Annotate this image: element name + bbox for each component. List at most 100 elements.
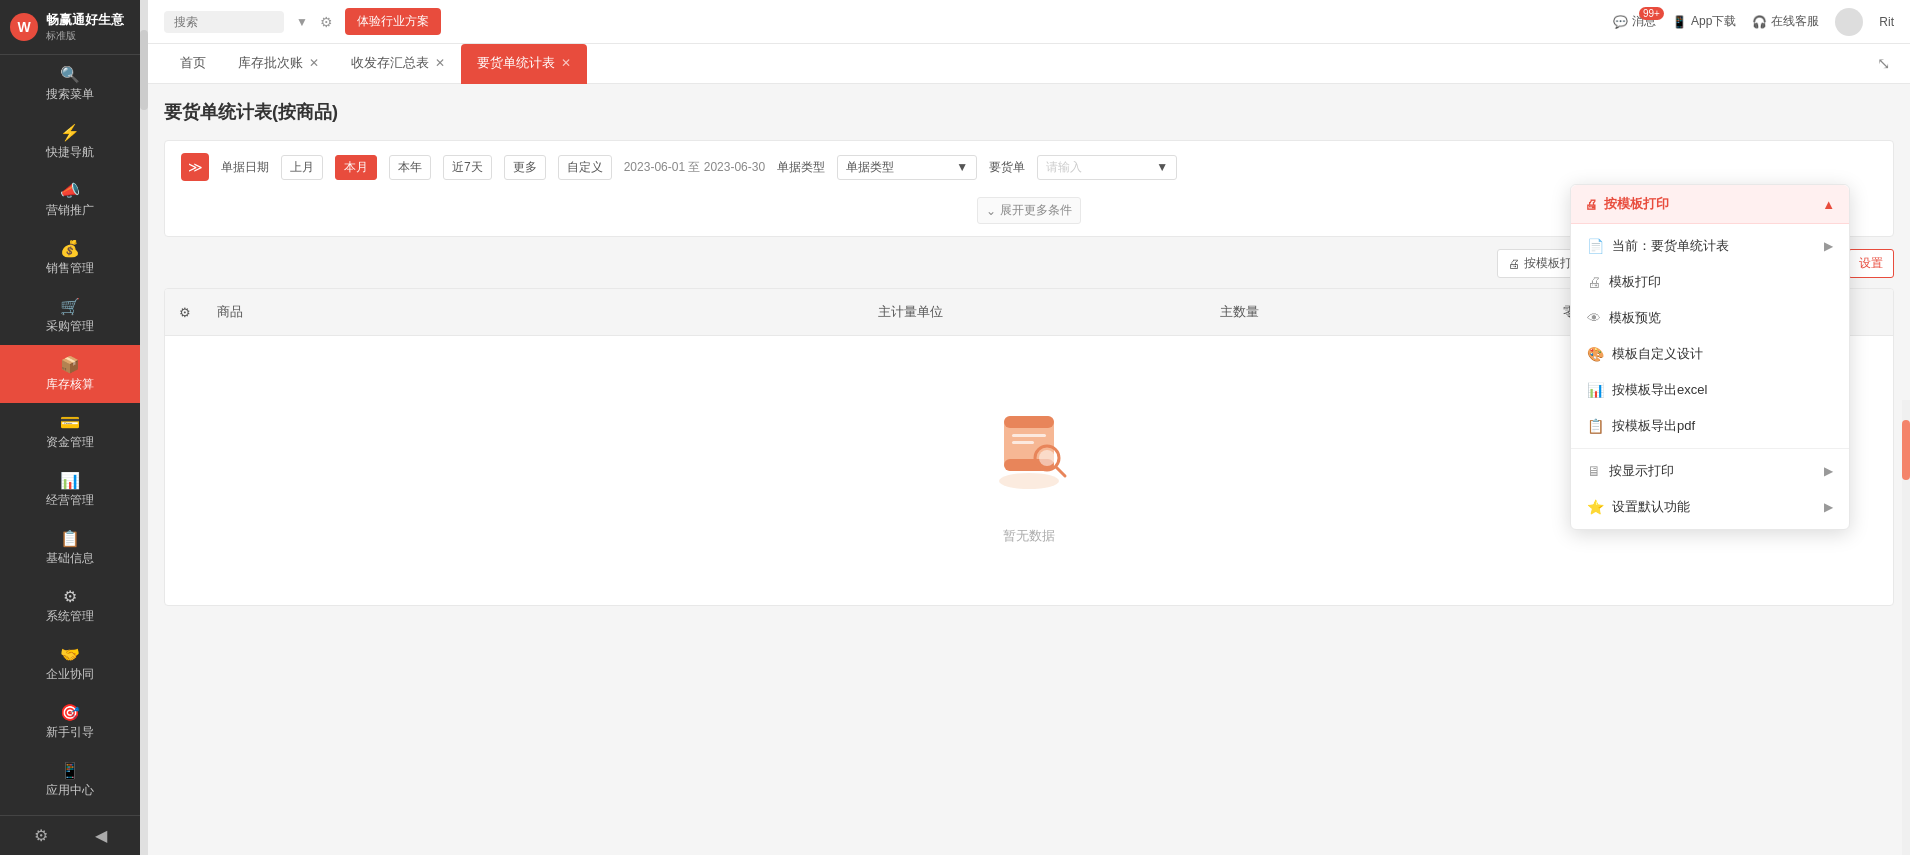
app-download-button[interactable]: 📱 App下载 <box>1672 13 1736 30</box>
tab-inventory-batch[interactable]: 库存批次账 ✕ <box>222 44 335 84</box>
logo-icon: W <box>10 13 38 41</box>
sidebar-item-appstore[interactable]: 📱 应用中心 <box>0 751 140 809</box>
date-btn-this-month[interactable]: 本月 <box>335 155 377 180</box>
date-btn-last-7days[interactable]: 近7天 <box>443 155 492 180</box>
display-print-icon: 🖥 <box>1587 463 1601 479</box>
sidebar-bottom: ⚙ ◀ <box>0 815 140 855</box>
display-print-item[interactable]: 🖥 按显示打印 ▶ <box>1571 453 1849 489</box>
template-print-item[interactable]: 🖨 模板打印 <box>1571 264 1849 300</box>
sidebar: W 畅赢通好生意 标准版 🔍 搜索菜单 ⚡ 快捷导航 📣 营销推广 💰 销售管理… <box>0 0 140 855</box>
sidebar-item-sales[interactable]: 💰 销售管理 <box>0 229 140 287</box>
settings-icon: ⚙ <box>179 305 191 320</box>
sidebar-item-system[interactable]: ⚙ 系统管理 <box>0 577 140 635</box>
enterprise-icon: 🤝 <box>60 645 80 664</box>
sidebar-item-marketing[interactable]: 📣 营销推广 <box>0 171 140 229</box>
tab-close-requisition-stats[interactable]: ✕ <box>561 56 571 70</box>
template-preview-item[interactable]: 👁 模板预览 <box>1571 300 1849 336</box>
sidebar-item-enterprise[interactable]: 🤝 企业协同 <box>0 635 140 693</box>
right-scrollbar-thumb[interactable] <box>1902 420 1910 480</box>
headset-icon: 🎧 <box>1752 15 1767 29</box>
export-excel-icon: 📊 <box>1587 382 1604 398</box>
logo-text: 畅赢通好生意 标准版 <box>46 12 124 42</box>
date-btn-custom[interactable]: 自定义 <box>558 155 612 180</box>
tab-close-receipt-summary[interactable]: ✕ <box>435 56 445 70</box>
username-label: Rit <box>1879 15 1894 29</box>
empty-illustration <box>979 396 1079 515</box>
th-unit: 主计量单位 <box>866 297 1208 327</box>
search-nav-icon: 🔍 <box>60 65 80 84</box>
th-settings[interactable]: ⚙ <box>165 299 205 326</box>
empty-svg <box>979 396 1079 496</box>
date-btn-last-month[interactable]: 上月 <box>281 155 323 180</box>
topbar-search-input[interactable] <box>164 11 284 33</box>
sidebar-item-quick-nav[interactable]: ⚡ 快捷导航 <box>0 113 140 171</box>
svg-point-0 <box>999 473 1059 489</box>
expand-arrow-icon: ⌄ <box>986 204 996 218</box>
sidebar-item-inventory[interactable]: 📦 库存核算 <box>0 345 140 403</box>
messages-button[interactable]: 💬 消息 99+ <box>1613 13 1656 30</box>
message-icon: 💬 <box>1613 15 1628 29</box>
settings-button[interactable]: 设置 <box>1848 249 1894 278</box>
set-default-item[interactable]: ⭐ 设置默认功能 ▶ <box>1571 489 1849 525</box>
trial-button[interactable]: 体验行业方案 <box>345 8 441 35</box>
sidebar-scrollbar-thumb[interactable] <box>140 30 148 110</box>
topbar-gear-icon[interactable]: ⚙ <box>320 14 333 30</box>
sidebar-item-search[interactable]: 🔍 搜索菜单 <box>0 55 140 113</box>
filter-row: ≫ 单据日期 上月 本月 本年 近7天 更多 自定义 2023-06-01 至 … <box>181 153 1877 181</box>
filter-expand-button[interactable]: ≫ <box>181 153 209 181</box>
th-product: 商品 <box>205 297 866 327</box>
expand-more-button[interactable]: ⌄ 展开更多条件 <box>977 197 1081 224</box>
dropdown-body: 📄 当前：要货单统计表 ▶ 🖨 模板打印 👁 <box>1571 224 1849 529</box>
svg-rect-5 <box>1012 441 1034 444</box>
tab-maximize-controls: ⤡ <box>1877 54 1894 73</box>
template-preview-icon: 👁 <box>1587 310 1601 326</box>
tab-receipt-summary[interactable]: 收发存汇总表 ✕ <box>335 44 461 84</box>
type-select[interactable]: 单据类型 ▼ <box>837 155 977 180</box>
marketing-icon: 📣 <box>60 181 80 200</box>
date-range-label: 2023-06-01 至 2023-06-30 <box>624 159 765 176</box>
tab-requisition-stats[interactable]: 要货单统计表 ✕ <box>461 44 587 84</box>
template-export-excel-item[interactable]: 📊 按模板导出excel <box>1571 372 1849 408</box>
sidebar-item-finance[interactable]: 💳 资金管理 <box>0 403 140 461</box>
sidebar-item-operations[interactable]: 📊 经营管理 <box>0 461 140 519</box>
collapse-icon[interactable]: ◀ <box>95 826 107 845</box>
template-design-icon: 🎨 <box>1587 346 1604 362</box>
current-template-item[interactable]: 📄 当前：要货单统计表 ▶ <box>1571 228 1849 264</box>
select-chevron-icon: ▼ <box>956 160 968 174</box>
sidebar-scrollbar[interactable] <box>140 0 148 855</box>
sidebar-nav: 🔍 搜索菜单 ⚡ 快捷导航 📣 营销推广 💰 销售管理 🛒 采购管理 📦 库存核… <box>0 55 140 815</box>
inventory-icon: 📦 <box>60 355 80 374</box>
maximize-icon[interactable]: ⤡ <box>1877 54 1890 73</box>
sidebar-item-basics[interactable]: 📋 基础信息 <box>0 519 140 577</box>
current-template-icon: 📄 <box>1587 238 1604 254</box>
right-scrollbar[interactable] <box>1902 400 1910 855</box>
set-default-arrow: ▶ <box>1824 500 1833 514</box>
template-export-pdf-item[interactable]: 📋 按模板导出pdf <box>1571 408 1849 444</box>
settings-bottom-icon[interactable]: ⚙ <box>34 826 48 845</box>
goods-input[interactable]: 请输入 ▼ <box>1037 155 1177 180</box>
purchase-icon: 🛒 <box>60 297 80 316</box>
page-content-area: 要货单统计表(按商品) ≫ 单据日期 上月 本月 本年 近7天 更多 自定义 2… <box>148 84 1910 855</box>
finance-icon: 💳 <box>60 413 80 432</box>
tab-home[interactable]: 首页 <box>164 44 222 84</box>
date-btn-more[interactable]: 更多 <box>504 155 546 180</box>
dropdown-header[interactable]: 🖨 按模板打印 ▲ <box>1571 185 1849 224</box>
avatar[interactable] <box>1835 8 1863 36</box>
set-default-icon: ⭐ <box>1587 499 1604 515</box>
template-print-icon: 🖨 <box>1587 274 1601 290</box>
sidebar-item-purchase[interactable]: 🛒 采购管理 <box>0 287 140 345</box>
template-design-item[interactable]: 🎨 模板自定义设计 <box>1571 336 1849 372</box>
dropdown-collapse-icon[interactable]: ▲ <box>1822 197 1835 212</box>
svg-rect-4 <box>1012 434 1046 437</box>
date-btn-this-year[interactable]: 本年 <box>389 155 431 180</box>
sidebar-item-guide[interactable]: 🎯 新手引导 <box>0 693 140 751</box>
tab-close-inventory-batch[interactable]: ✕ <box>309 56 319 70</box>
svg-line-8 <box>1056 467 1065 476</box>
print-dropdown[interactable]: 🖨 按模板打印 ▲ 📄 当前：要货单统计表 ▶ <box>1570 184 1850 530</box>
online-service-button[interactable]: 🎧 在线客服 <box>1752 13 1819 30</box>
dropdown-divider <box>1571 448 1849 449</box>
tabbar: 首页 库存批次账 ✕ 收发存汇总表 ✕ 要货单统计表 ✕ ⤡ <box>148 44 1910 84</box>
export-pdf-icon: 📋 <box>1587 418 1604 434</box>
topbar-chevron-icon[interactable]: ▼ <box>296 15 308 29</box>
topbar-right: 💬 消息 99+ 📱 App下载 🎧 在线客服 Rit <box>1613 8 1894 36</box>
